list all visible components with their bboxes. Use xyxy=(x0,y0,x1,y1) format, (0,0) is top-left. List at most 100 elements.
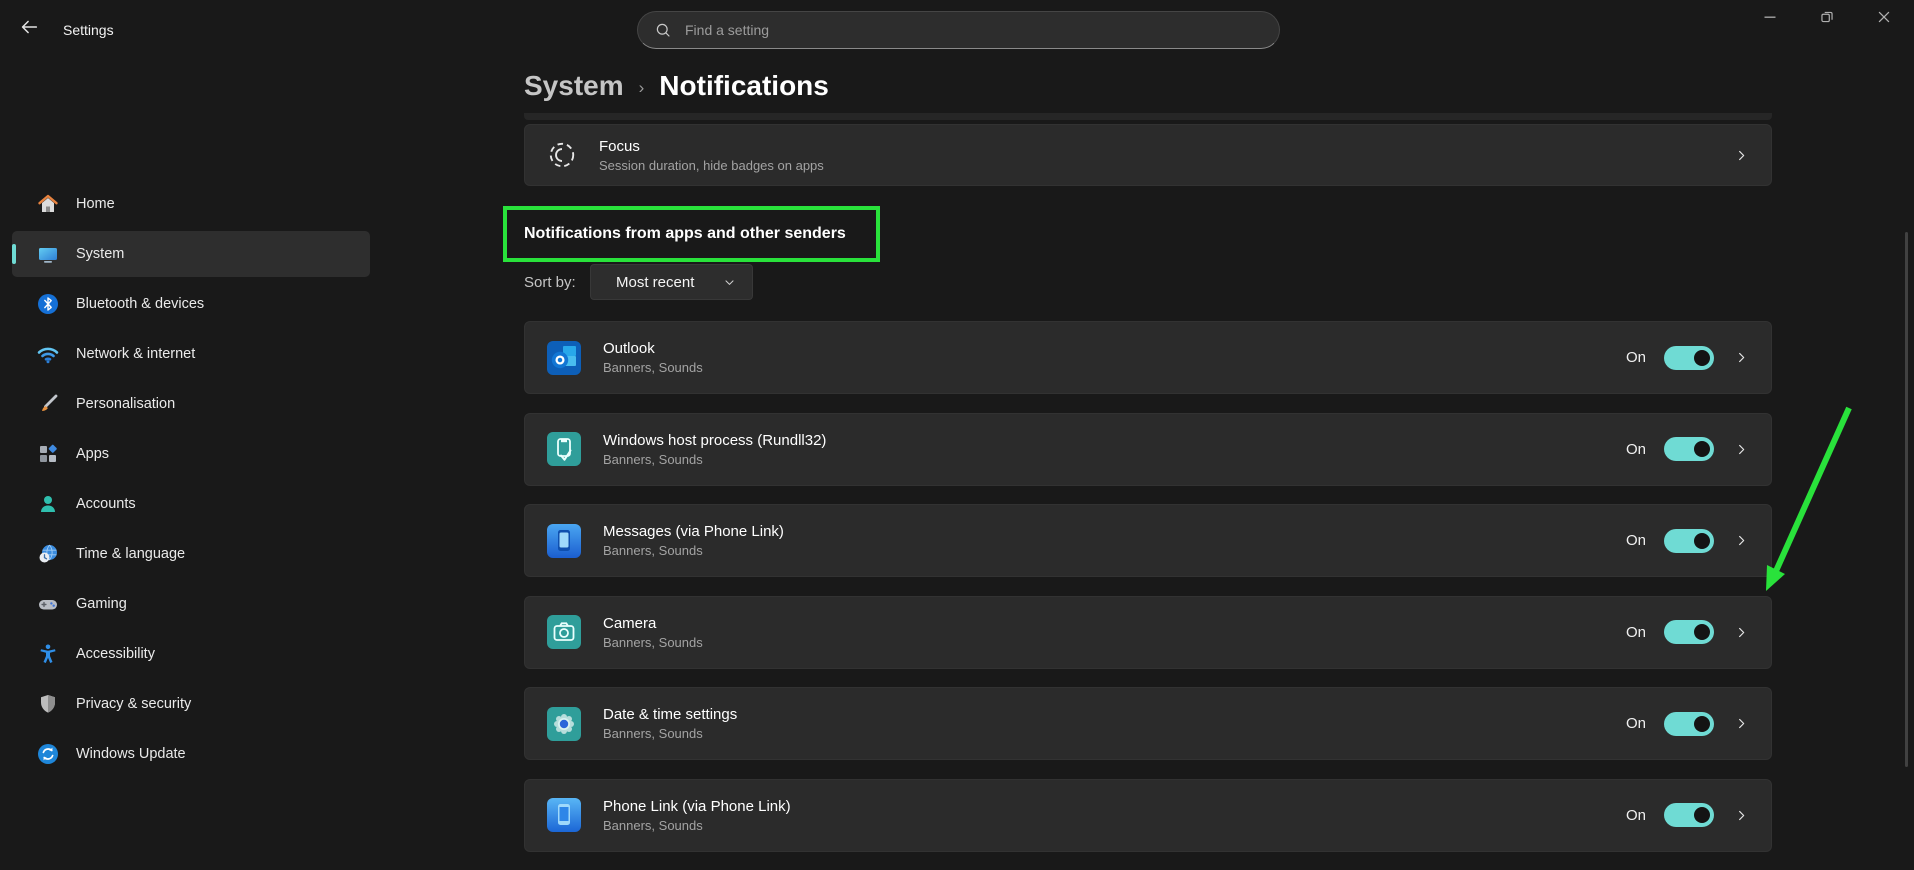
focus-subtitle: Session duration, hide badges on apps xyxy=(599,157,824,173)
sidebar-item-accounts[interactable]: Accounts xyxy=(12,481,370,527)
window-controls xyxy=(1741,0,1912,34)
app-name: Camera xyxy=(603,614,657,632)
toggle-knob xyxy=(1694,532,1710,549)
minimize-button[interactable] xyxy=(1741,0,1798,34)
sidebar-item-personalisation[interactable]: Personalisation xyxy=(12,381,370,427)
sidebar-item-label: Accessibility xyxy=(76,646,155,662)
outlook-app-icon xyxy=(547,340,581,375)
sidebar-item-network[interactable]: Network & internet xyxy=(12,331,370,377)
chevron-right-icon[interactable] xyxy=(1734,716,1749,731)
app-row-host-process[interactable]: Windows host process (Rundll32) Banners,… xyxy=(524,412,1772,486)
accounts-icon xyxy=(36,492,60,516)
chevron-right-icon xyxy=(1734,148,1749,163)
sidebar-item-label: Bluetooth & devices xyxy=(76,296,205,312)
sidebar-item-gaming[interactable]: Gaming xyxy=(12,581,370,627)
sidebar-item-bluetooth[interactable]: Bluetooth & devices xyxy=(12,281,370,327)
toggle-state-label: On xyxy=(1625,715,1646,732)
sidebar-item-label: Privacy & security xyxy=(76,696,192,712)
breadcrumb-separator: › xyxy=(638,78,645,97)
notification-toggle[interactable] xyxy=(1664,711,1714,736)
sidebar-item-privacy-security[interactable]: Privacy & security xyxy=(12,681,370,727)
messages-app-icon xyxy=(547,523,581,558)
sidebar-item-label: Apps xyxy=(76,446,110,462)
clipped-previous-row xyxy=(524,113,1772,120)
privacy-security-icon xyxy=(36,692,60,716)
phone-link-app-icon xyxy=(547,798,581,832)
toggle-knob xyxy=(1694,624,1710,640)
chevron-right-icon[interactable] xyxy=(1734,808,1749,823)
selected-indicator xyxy=(12,244,16,264)
date-time-app-icon xyxy=(547,706,581,741)
sidebar-item-label: Network & internet xyxy=(76,346,196,362)
app-row-camera[interactable]: Camera Banners, Sounds On xyxy=(524,595,1772,669)
toggle-knob xyxy=(1694,715,1710,732)
app-subtitle: Banners, Sounds xyxy=(603,817,703,833)
gaming-icon xyxy=(36,592,60,616)
sidebar-item-label: Home xyxy=(76,196,115,212)
sidebar-item-label: Windows Update xyxy=(76,746,186,762)
breadcrumb: System › Notifications xyxy=(524,70,829,102)
notification-toggle[interactable] xyxy=(1664,528,1714,553)
app-row-date-time[interactable]: Date & time settings Banners, Sounds On xyxy=(524,687,1772,760)
sidebar-item-home[interactable]: Home xyxy=(12,181,370,227)
camera-app-icon xyxy=(547,615,581,649)
app-subtitle: Banners, Sounds xyxy=(603,543,703,558)
notification-toggle[interactable] xyxy=(1664,803,1714,827)
sidebar-nav: Home System Bluetooth & devices Network … xyxy=(12,181,370,777)
focus-icon xyxy=(547,140,577,170)
app-row-outlook[interactable]: Outlook Banners, Sounds On xyxy=(524,321,1772,394)
sidebar-item-windows-update[interactable]: Windows Update xyxy=(12,731,370,777)
notification-toggle[interactable] xyxy=(1664,345,1714,370)
sort-dropdown[interactable]: Most recent xyxy=(590,264,753,300)
app-name: Phone Link (via Phone Link) xyxy=(603,797,791,815)
restore-button[interactable] xyxy=(1798,0,1855,34)
system-icon xyxy=(36,242,60,266)
search-box[interactable] xyxy=(637,11,1280,49)
app-name: Windows host process (Rundll32) xyxy=(603,431,827,449)
search-input[interactable] xyxy=(683,21,1263,39)
sidebar-item-system[interactable]: System xyxy=(12,231,370,277)
scrollbar[interactable] xyxy=(1905,232,1908,767)
focus-title: Focus xyxy=(599,137,640,155)
sidebar-item-apps[interactable]: Apps xyxy=(12,431,370,477)
section-header: Notifications from apps and other sender… xyxy=(524,225,846,242)
app-row-phone-link[interactable]: Phone Link (via Phone Link) Banners, Sou… xyxy=(524,778,1772,852)
app-title: Settings xyxy=(63,22,114,38)
back-button[interactable] xyxy=(14,14,44,40)
sidebar-item-label: Time & language xyxy=(76,546,186,562)
chevron-right-icon[interactable] xyxy=(1734,533,1749,548)
personalisation-icon xyxy=(36,392,60,416)
app-subtitle: Banners, Sounds xyxy=(603,360,703,375)
back-arrow-icon xyxy=(18,16,40,38)
bluetooth-icon xyxy=(36,292,60,316)
app-rows: Outlook Banners, Sounds On Windows host … xyxy=(524,321,1772,870)
accessibility-icon xyxy=(36,642,60,666)
toggle-knob xyxy=(1694,349,1710,366)
network-icon xyxy=(36,342,60,366)
sidebar-item-time-language[interactable]: Time & language xyxy=(12,531,370,577)
sort-by-label: Sort by: xyxy=(524,274,576,291)
toggle-state-label: On xyxy=(1625,623,1646,641)
notification-toggle[interactable] xyxy=(1664,620,1714,644)
toggle-state-label: On xyxy=(1625,532,1646,549)
home-icon xyxy=(36,192,60,216)
close-button[interactable] xyxy=(1855,0,1912,34)
chevron-right-icon[interactable] xyxy=(1734,442,1749,457)
chevron-right-icon[interactable] xyxy=(1734,625,1749,640)
toggle-knob xyxy=(1694,807,1710,823)
notification-toggle[interactable] xyxy=(1664,437,1714,461)
toggle-state-label: On xyxy=(1625,806,1646,824)
toggle-knob xyxy=(1694,441,1710,457)
chevron-right-icon[interactable] xyxy=(1734,350,1749,365)
page-title: Notifications xyxy=(659,70,829,101)
app-row-messages[interactable]: Messages (via Phone Link) Banners, Sound… xyxy=(524,504,1772,577)
sidebar-item-label: Personalisation xyxy=(76,396,176,412)
chevron-down-icon xyxy=(723,276,736,289)
sidebar-item-label: Accounts xyxy=(76,496,136,512)
focus-row[interactable]: Focus Session duration, hide badges on a… xyxy=(524,124,1772,186)
breadcrumb-parent[interactable]: System xyxy=(524,70,624,102)
toggle-state-label: On xyxy=(1625,349,1646,366)
time-language-icon xyxy=(36,542,60,566)
app-subtitle: Banners, Sounds xyxy=(603,451,703,467)
sidebar-item-accessibility[interactable]: Accessibility xyxy=(12,631,370,677)
